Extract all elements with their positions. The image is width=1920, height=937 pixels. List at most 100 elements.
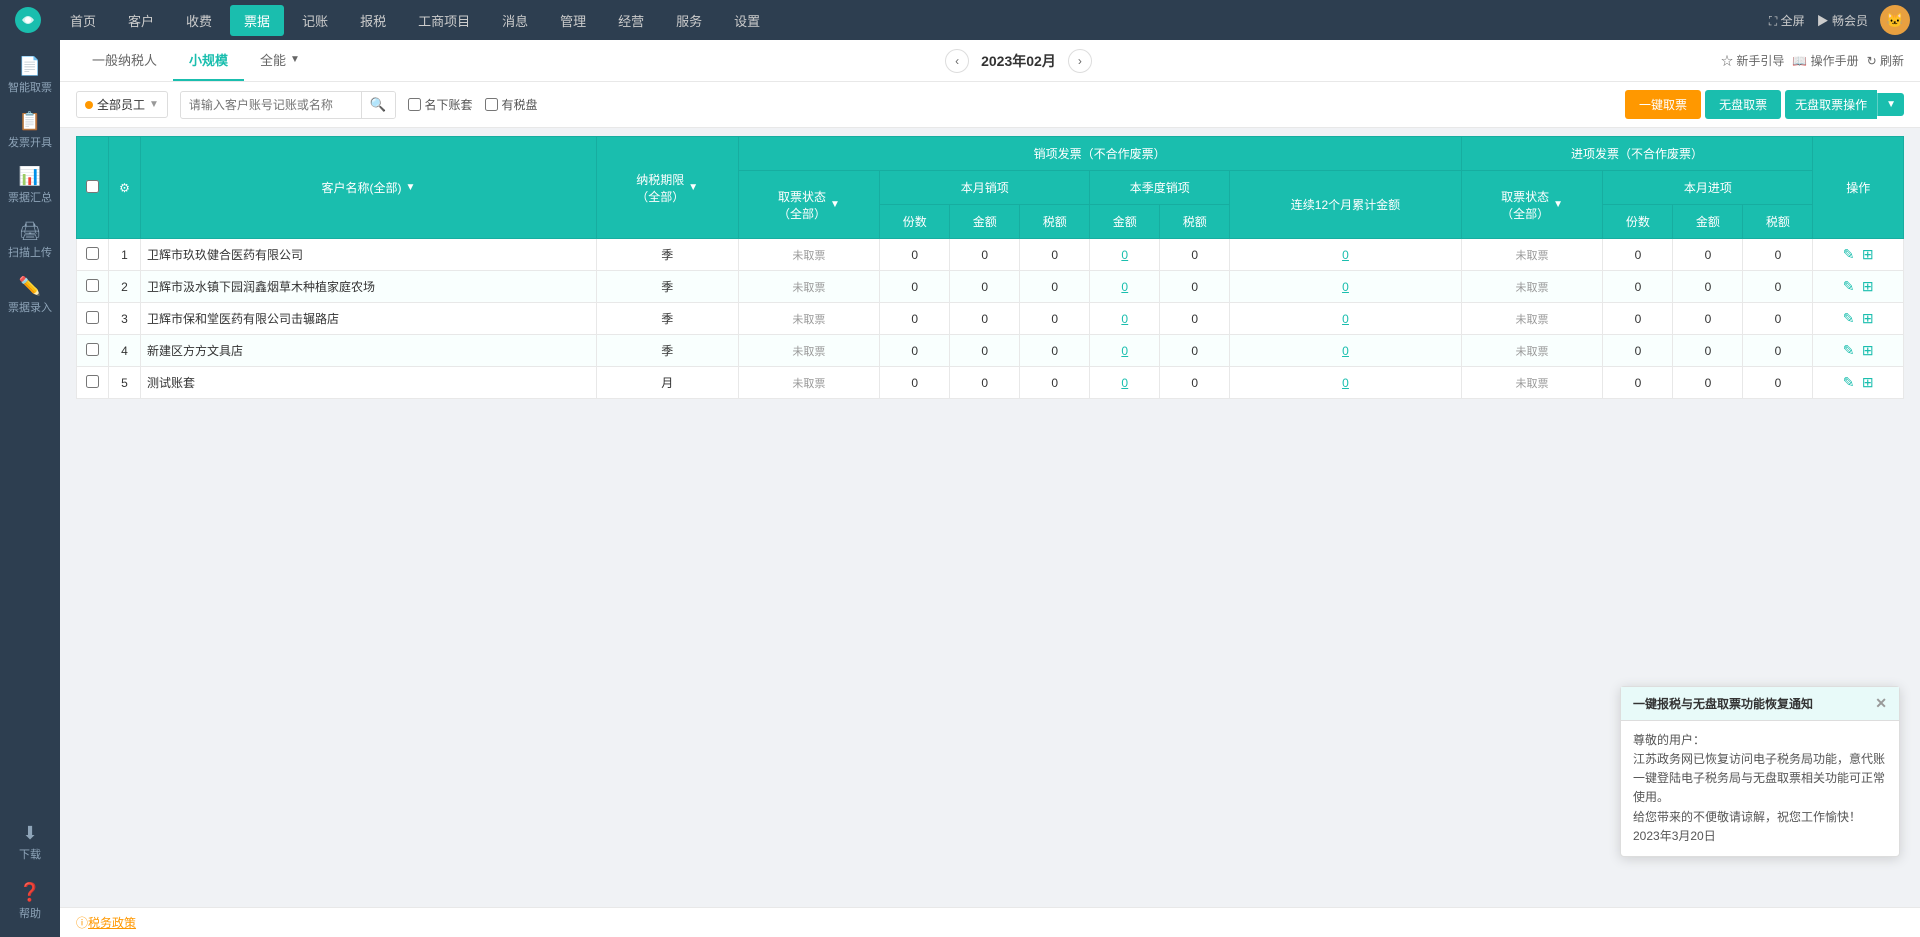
fetch-status-sales-filter-icon[interactable]: ▼ [830, 199, 840, 210]
th-sales-month-count: 份数 [880, 205, 950, 239]
nav-item-收费[interactable]: 收费 [172, 5, 226, 36]
tab-全能[interactable]: 全能 ▼ [244, 40, 316, 81]
td-consecutive-amount[interactable]: 0 [1230, 303, 1461, 335]
manual-btn[interactable]: 📖 操作手册 [1792, 52, 1858, 69]
period-prev-btn[interactable]: ‹ [945, 49, 969, 73]
edit-icon[interactable]: ✎ [1843, 374, 1855, 390]
nav-item-记账[interactable]: 记账 [288, 5, 342, 36]
nav-item-报税[interactable]: 报税 [346, 5, 400, 36]
td-sales-quarter-tax: 0 [1160, 239, 1230, 271]
checkbox-has-disk[interactable]: 有税盘 [485, 96, 538, 113]
checkbox-my-accounts-label: 名下账套 [425, 96, 473, 113]
refresh-btn[interactable]: ↻ 刷新 [1867, 52, 1904, 69]
nav-item-经营[interactable]: 经营 [604, 5, 658, 36]
nav-item-首页[interactable]: 首页 [56, 5, 110, 36]
no-disk-operations-dropdown-btn[interactable]: ▼ [1877, 93, 1904, 116]
td-row-no: 4 [109, 335, 141, 367]
nav-item-客户[interactable]: 客户 [114, 5, 168, 36]
no-disk-fetch-btn[interactable]: 无盘取票 [1705, 90, 1781, 119]
td-sales-month-count: 0 [880, 303, 950, 335]
view-icon[interactable]: ⊞ [1862, 310, 1874, 326]
th-consecutive-sales: 连续12个月累计金额 [1230, 171, 1461, 239]
td-client-name: 卫辉市汲水镇下园润鑫烟草木种植家庭农场 [141, 271, 597, 303]
search-input[interactable] [181, 93, 361, 117]
view-icon[interactable]: ⊞ [1862, 342, 1874, 358]
td-consecutive-amount[interactable]: 0 [1230, 271, 1461, 303]
td-sales-quarter-amount[interactable]: 0 [1090, 335, 1160, 367]
td-actions: ✎ ⊞ [1813, 271, 1904, 303]
avatar[interactable]: 🐱 [1880, 5, 1910, 35]
no-disk-operations-btn[interactable]: 无盘取票操作 [1785, 90, 1877, 119]
sidebar-item-help[interactable]: ❓ 帮助 [3, 874, 57, 929]
nav-item-服务[interactable]: 服务 [662, 5, 716, 36]
tab-dropdown-icon[interactable]: ▼ [290, 54, 300, 65]
fullscreen-btn[interactable]: ⛶ 全屏 [1769, 12, 1805, 29]
td-checkbox[interactable] [77, 239, 109, 271]
td-row-no: 3 [109, 303, 141, 335]
td-sales-quarter-tax: 0 [1160, 367, 1230, 399]
notification-header: 一键报税与无盘取票功能恢复通知 ✕ [1621, 687, 1899, 721]
tab-一般纳税人[interactable]: 一般纳税人 [76, 40, 173, 81]
notification-popup: 一键报税与无盘取票功能恢复通知 ✕ 尊敬的用户：江苏政务网已恢复访问电子税务局功… [1620, 686, 1900, 857]
nav-item-设置[interactable]: 设置 [720, 5, 774, 36]
tax-policy-link[interactable]: 税务政策 [88, 914, 136, 931]
bottom-bar-icon: ⓘ [76, 914, 88, 931]
view-icon[interactable]: ⊞ [1862, 374, 1874, 390]
vip-btn[interactable]: ▶ 畅会员 [1817, 12, 1868, 29]
sidebar-item-发票开具[interactable]: 📋发票开具 [3, 103, 57, 158]
new-guide-btn[interactable]: ☆ 新手引导 [1721, 52, 1784, 69]
fetch-status-purchase-filter-icon[interactable]: ▼ [1553, 199, 1563, 210]
view-icon[interactable]: ⊞ [1862, 246, 1874, 262]
td-checkbox[interactable] [77, 335, 109, 367]
td-fetch-status-sales: 未取票 [738, 367, 880, 399]
th-sales-month-tax: 税额 [1020, 205, 1090, 239]
select-all-checkbox[interactable] [86, 180, 99, 193]
td-client-name: 卫辉市玖玖健合医药有限公司 [141, 239, 597, 271]
td-sales-quarter-amount[interactable]: 0 [1090, 271, 1160, 303]
td-purchase-month-tax: 0 [1743, 271, 1813, 303]
edit-icon[interactable]: ✎ [1843, 246, 1855, 262]
sidebar-bottom: ⬇ 下载 ❓ 帮助 [3, 815, 57, 937]
td-sales-quarter-amount[interactable]: 0 [1090, 239, 1160, 271]
period-next-btn[interactable]: › [1068, 49, 1092, 73]
one-key-fetch-btn[interactable]: 一键取票 [1625, 90, 1701, 119]
nav-item-票据[interactable]: 票据 [230, 5, 284, 36]
edit-icon[interactable]: ✎ [1843, 278, 1855, 294]
td-sales-month-tax: 0 [1020, 303, 1090, 335]
nav-item-消息[interactable]: 消息 [488, 5, 542, 36]
tab-小规模[interactable]: 小规模 [173, 40, 244, 81]
sidebar-item-智能取票[interactable]: 📄智能取票 [3, 48, 57, 103]
th-checkbox [77, 137, 109, 239]
td-sales-quarter-amount[interactable]: 0 [1090, 367, 1160, 399]
logo[interactable] [10, 2, 46, 38]
td-consecutive-amount[interactable]: 0 [1230, 367, 1461, 399]
td-consecutive-amount[interactable]: 0 [1230, 239, 1461, 271]
sidebar-item-票据录入[interactable]: ✏️票据录入 [3, 268, 57, 323]
th-current-month-sales: 本月销项 [880, 171, 1090, 205]
notification-body: 尊敬的用户：江苏政务网已恢复访问电子税务局功能，意代账一键登陆电子税务局与无盘取… [1621, 721, 1899, 856]
td-checkbox[interactable] [77, 367, 109, 399]
tax-period-filter-icon[interactable]: ▼ [688, 182, 698, 193]
td-sales-quarter-amount[interactable]: 0 [1090, 303, 1160, 335]
checkbox-my-accounts[interactable]: 名下账套 [408, 96, 473, 113]
notification-close-btn[interactable]: ✕ [1875, 695, 1887, 712]
td-checkbox[interactable] [77, 303, 109, 335]
employee-filter[interactable]: 全部员工 ▼ [76, 91, 168, 118]
sidebar-item-download[interactable]: ⬇ 下载 [3, 815, 57, 870]
td-checkbox[interactable] [77, 271, 109, 303]
sidebar-item-票据汇总[interactable]: 📊票据汇总 [3, 158, 57, 213]
th-purchase-group-label: 进项发票（不合作废票） [1571, 147, 1703, 161]
client-name-filter-icon[interactable]: ▼ [405, 182, 415, 193]
edit-icon[interactable]: ✎ [1843, 342, 1855, 358]
th-settings[interactable]: ⚙ [109, 137, 141, 239]
sidebar-item-扫描上传[interactable]: 🖨扫描上传 [3, 213, 57, 268]
nav-item-管理[interactable]: 管理 [546, 5, 600, 36]
search-button[interactable]: 🔍 [361, 92, 395, 118]
td-consecutive-amount[interactable]: 0 [1230, 335, 1461, 367]
nav-item-工商项目[interactable]: 工商项目 [404, 5, 484, 36]
edit-icon[interactable]: ✎ [1843, 310, 1855, 326]
view-icon[interactable]: ⊞ [1862, 278, 1874, 294]
td-fetch-status-sales: 未取票 [738, 271, 880, 303]
td-sales-month-amount: 0 [950, 239, 1020, 271]
th-current-month-purchase: 本月进项 [1603, 171, 1813, 205]
